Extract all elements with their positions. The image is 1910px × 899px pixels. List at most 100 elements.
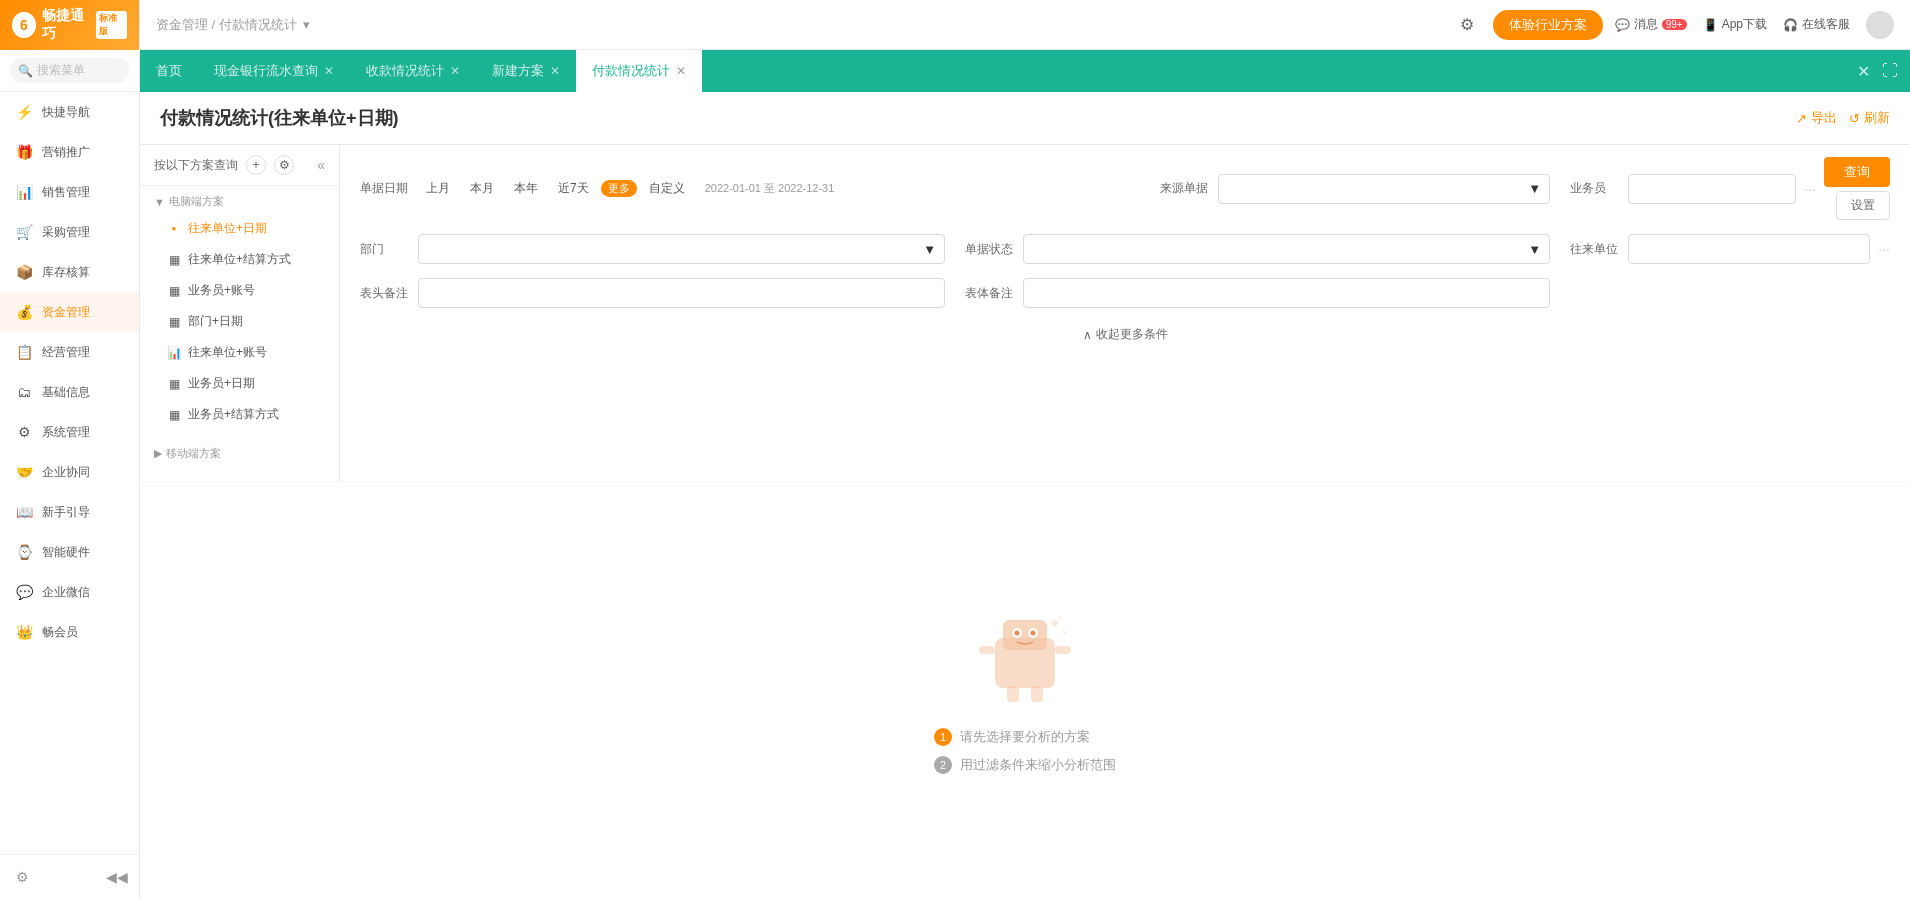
- related-unit-input[interactable]: [1628, 234, 1870, 264]
- tab-close-new-scheme[interactable]: ✕: [550, 64, 560, 78]
- tab-close-payment[interactable]: ✕: [676, 64, 686, 78]
- scheme-item-salesman-account[interactable]: ▦ 业务员+账号: [140, 275, 339, 306]
- customer-service-btn[interactable]: 🎧 在线客服: [1783, 16, 1850, 33]
- sidebar-item-operations[interactable]: 📋 经营管理: [0, 332, 139, 372]
- collapse-sidebar-btn[interactable]: ◀◀: [103, 863, 131, 891]
- sidebar-item-inventory[interactable]: 📦 库存核算: [0, 252, 139, 292]
- collapse-label: 收起更多条件: [1096, 326, 1168, 343]
- sidebar-label: 基础信息: [42, 384, 90, 401]
- sidebar-item-guide[interactable]: 📖 新手引导: [0, 492, 139, 532]
- collapse-conditions-btn[interactable]: ∧ 收起更多条件: [1083, 326, 1168, 343]
- tab-bank-flow[interactable]: 现金银行流水查询 ✕: [198, 50, 350, 92]
- tab-close-receipt[interactable]: ✕: [450, 64, 460, 78]
- weixin-icon: 💬: [14, 582, 34, 602]
- trial-industry-btn[interactable]: 体验行业方案: [1493, 10, 1603, 40]
- messages-badge: 99+: [1662, 19, 1687, 30]
- tip-text-2: 用过滤条件来缩小分析范围: [960, 756, 1116, 774]
- scheme-item-salesman-settlement[interactable]: ▦ 业务员+结算方式: [140, 399, 339, 430]
- scheme-add-btn[interactable]: +: [246, 155, 266, 175]
- sidebar-item-basic-info[interactable]: 🗂 基础信息: [0, 372, 139, 412]
- scheme-item-dept-date[interactable]: ▦ 部门+日期: [140, 306, 339, 337]
- scheme-panel-header: 按以下方案查询 + ⚙ «: [140, 145, 339, 186]
- scheme-icon: ▦: [166, 376, 182, 392]
- marketing-icon: 🎁: [14, 142, 34, 162]
- sidebar-item-member[interactable]: 👑 畅会员: [0, 612, 139, 652]
- body-note-group: 表体备注: [965, 278, 1550, 308]
- tab-home[interactable]: 首页: [140, 50, 198, 92]
- body-note-input[interactable]: [1023, 278, 1550, 308]
- setting-btn[interactable]: 设置: [1836, 191, 1890, 220]
- doc-status-arrow: ▼: [1528, 242, 1541, 257]
- search-placeholder: 搜索菜单: [37, 62, 85, 79]
- message-icon: 💬: [1615, 18, 1630, 32]
- page-header-actions: ↗ 导出 ↺ 刷新: [1796, 109, 1890, 127]
- sidebar-item-weixin[interactable]: 💬 企业微信: [0, 572, 139, 612]
- purchase-icon: 🛒: [14, 222, 34, 242]
- search-menu-btn[interactable]: 🔍 搜索菜单: [10, 58, 129, 83]
- sidebar-item-sales[interactable]: 📊 销售管理: [0, 172, 139, 212]
- tab-receipt-stats[interactable]: 收款情况统计 ✕: [350, 50, 476, 92]
- hardware-icon: ⌚: [14, 542, 34, 562]
- scheme-item-unit-account[interactable]: 📊 往来单位+账号: [140, 337, 339, 368]
- settings-footer-btn[interactable]: ⚙: [8, 863, 36, 891]
- sidebar-item-hardware[interactable]: ⌚ 智能硬件: [0, 532, 139, 572]
- breadcrumb-text: 资金管理 / 付款情况统计: [156, 16, 297, 34]
- page-content: 付款情况统计(往来单位+日期) ↗ 导出 ↺ 刷新 按以下方案查询 +: [140, 92, 1910, 899]
- topbar-settings-btn[interactable]: ⚙: [1453, 11, 1481, 39]
- doc-status-select[interactable]: ▼: [1023, 234, 1550, 264]
- scheme-mobile-group[interactable]: ▶ 移动端方案: [140, 438, 339, 465]
- messages-btn[interactable]: 💬 消息 99+: [1615, 16, 1687, 33]
- collapse-icon: ∧: [1083, 328, 1092, 342]
- date-custom[interactable]: 自定义: [641, 178, 693, 199]
- dept-label: 部门: [360, 241, 410, 258]
- sidebar-item-finance[interactable]: 💰 资金管理: [0, 292, 139, 332]
- tab-close-all-btn[interactable]: ✕: [1853, 60, 1874, 83]
- scheme-item-label: 业务员+账号: [188, 282, 255, 299]
- breadcrumb-dropdown-icon[interactable]: ▾: [303, 17, 310, 32]
- date-range-text: 2022-01-01 至 2022-12-31: [705, 181, 835, 196]
- date-last-month[interactable]: 上月: [418, 178, 458, 199]
- date-more[interactable]: 更多: [601, 180, 637, 197]
- dept-arrow: ▼: [923, 242, 936, 257]
- sidebar-item-quick-nav[interactable]: ⚡ 快捷导航: [0, 92, 139, 132]
- scheme-item-unit-date[interactable]: ● 往来单位+日期: [140, 213, 339, 244]
- scheme-item-unit-settlement[interactable]: ▦ 往来单位+结算方式: [140, 244, 339, 275]
- sidebar-item-purchase[interactable]: 🛒 采购管理: [0, 212, 139, 252]
- query-btn[interactable]: 查询: [1824, 157, 1890, 187]
- sidebar-item-marketing[interactable]: 🎁 营销推广: [0, 132, 139, 172]
- related-unit-dots[interactable]: ···: [1878, 241, 1890, 257]
- tab-payment-stats[interactable]: 付款情况统计 ✕: [576, 50, 702, 92]
- tab-label: 付款情况统计: [592, 62, 670, 80]
- sidebar-item-cooperation[interactable]: 🤝 企业协同: [0, 452, 139, 492]
- dept-select[interactable]: ▼: [418, 234, 945, 264]
- cooperation-icon: 🤝: [14, 462, 34, 482]
- date-this-year[interactable]: 本年: [506, 178, 546, 199]
- tab-expand-btn[interactable]: ⛶: [1878, 60, 1902, 82]
- sidebar-item-system[interactable]: ⚙ 系统管理: [0, 412, 139, 452]
- refresh-btn[interactable]: ↺ 刷新: [1849, 109, 1890, 127]
- app-download-btn[interactable]: 📱 App下载: [1703, 16, 1767, 33]
- scheme-item-salesman-date[interactable]: ▦ 业务员+日期: [140, 368, 339, 399]
- date-this-month[interactable]: 本月: [462, 178, 502, 199]
- export-btn[interactable]: ↗ 导出: [1796, 109, 1837, 127]
- scheme-setting-btn[interactable]: ⚙: [274, 155, 294, 175]
- filter-row-2: 部门 ▼ 单据状态 ▼ 往来单位: [360, 234, 1890, 264]
- scheme-active-icon: ●: [166, 221, 182, 237]
- scheme-icon: ▦: [166, 252, 182, 268]
- header-note-input[interactable]: [418, 278, 945, 308]
- tab-new-scheme[interactable]: 新建方案 ✕: [476, 50, 576, 92]
- source-doc-select[interactable]: ▼: [1218, 174, 1550, 204]
- salesman-dots[interactable]: ···: [1804, 181, 1816, 197]
- header-note-label: 表头备注: [360, 285, 410, 302]
- user-avatar[interactable]: [1866, 11, 1894, 39]
- scheme-desktop-group[interactable]: ▼ 电脑端方案: [140, 186, 339, 213]
- app-name: 畅捷通巧: [42, 7, 93, 43]
- svg-rect-7: [1055, 646, 1071, 654]
- date-last-7[interactable]: 近7天: [550, 178, 597, 199]
- scheme-panel-collapse-btn[interactable]: «: [317, 157, 325, 173]
- tab-close-bank-flow[interactable]: ✕: [324, 64, 334, 78]
- tab-label: 新建方案: [492, 62, 544, 80]
- related-unit-label: 往来单位: [1570, 241, 1620, 258]
- salesman-input[interactable]: [1628, 174, 1796, 204]
- date-filter-group: 单据日期 上月 本月 本年 近7天 更多 自定义 2022-01-01 至 20…: [360, 178, 1140, 199]
